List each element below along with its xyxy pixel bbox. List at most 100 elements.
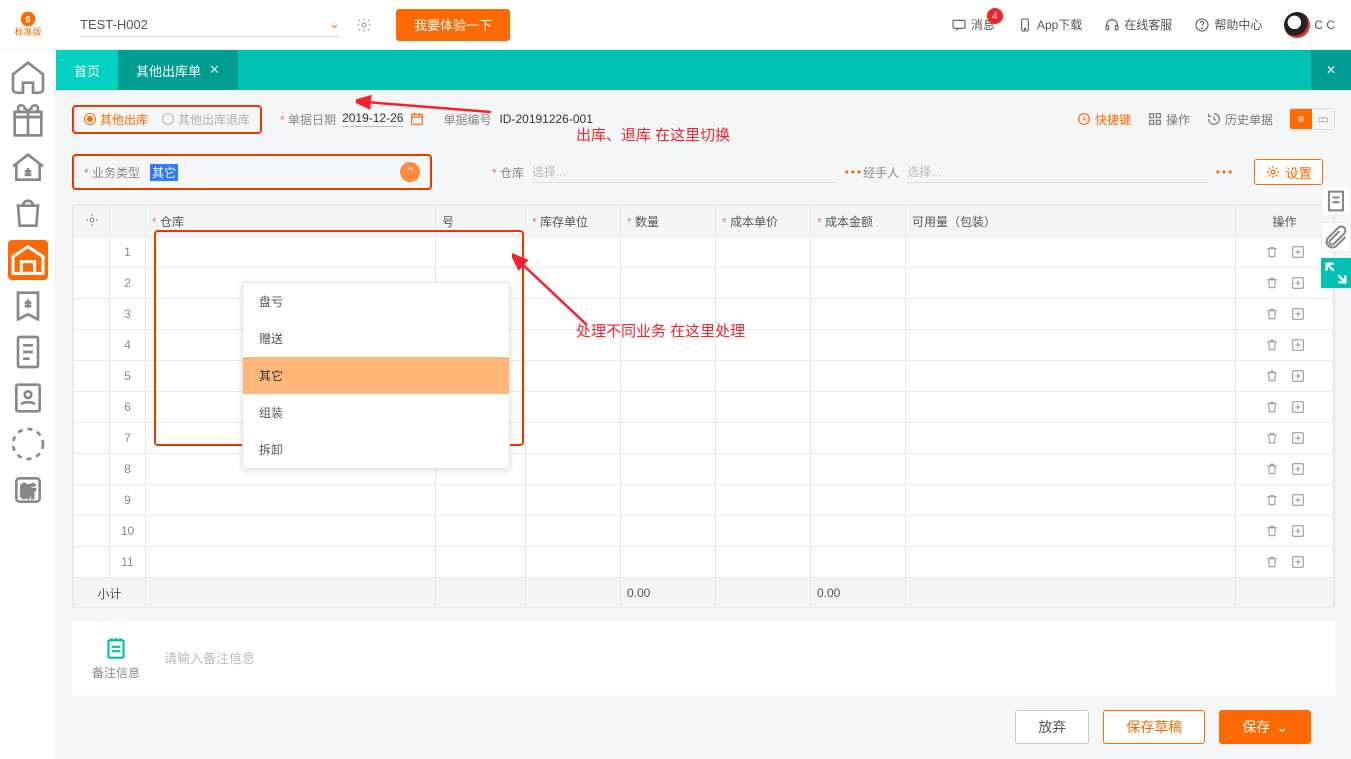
delete-icon[interactable] xyxy=(1264,399,1280,415)
user-name: C C xyxy=(1314,18,1335,32)
history-link[interactable]: 历史单据 xyxy=(1206,111,1273,128)
handler-label: 经手人 xyxy=(863,164,899,181)
col-gear[interactable] xyxy=(74,206,110,237)
tab-active-label: 其他出库单 xyxy=(136,61,201,80)
delete-icon[interactable] xyxy=(1264,492,1280,508)
avatar-icon xyxy=(1284,12,1310,38)
note-icon xyxy=(103,636,129,662)
table-row[interactable]: 1 xyxy=(74,237,1334,268)
add-icon[interactable] xyxy=(1290,244,1306,260)
delete-icon[interactable] xyxy=(1264,461,1280,477)
dropdown-item-assemble[interactable]: 组装 xyxy=(243,394,509,431)
tab-home[interactable]: 首页 xyxy=(56,50,118,90)
nav-home[interactable] xyxy=(8,56,48,96)
nav-new[interactable]: 新 xyxy=(8,470,48,510)
add-icon[interactable] xyxy=(1290,461,1306,477)
view-toggle: ≡ ▭ xyxy=(1289,108,1335,130)
nav-money[interactable] xyxy=(8,286,48,326)
chevron-down-icon: ⌄ xyxy=(1276,719,1288,736)
doc-id-value: ID-20191226-001 xyxy=(499,112,592,126)
nav-staff[interactable] xyxy=(8,378,48,418)
add-icon[interactable] xyxy=(1290,492,1306,508)
save-button[interactable]: 保存⌄ xyxy=(1219,710,1311,744)
table-row[interactable]: 9 xyxy=(74,485,1334,516)
view-list-button[interactable]: ≡ xyxy=(1290,109,1312,129)
app-download-label: App下载 xyxy=(1037,16,1082,33)
dropdown-item-gift[interactable]: 赠送 xyxy=(243,320,509,357)
add-icon[interactable] xyxy=(1290,275,1306,291)
svg-text:新: 新 xyxy=(20,484,35,501)
help-center-label: 帮助中心 xyxy=(1214,16,1262,33)
delete-icon[interactable] xyxy=(1264,306,1280,322)
tab-home-label: 首页 xyxy=(74,61,100,80)
add-icon[interactable] xyxy=(1290,306,1306,322)
delete-icon[interactable] xyxy=(1264,430,1280,446)
radio-return-label: 其他出库退库 xyxy=(178,111,250,128)
trial-button[interactable]: 我要体验一下 xyxy=(396,9,510,41)
hotkey-link[interactable]: 快捷键 xyxy=(1076,111,1131,128)
nav-report[interactable] xyxy=(8,332,48,372)
delete-icon[interactable] xyxy=(1264,368,1280,384)
add-icon[interactable] xyxy=(1290,399,1306,415)
business-type-select[interactable]: 业务类型 其它 ⌃ xyxy=(72,154,432,190)
rail-attach-button[interactable] xyxy=(1321,222,1351,252)
handler-select[interactable]: 选择... xyxy=(907,161,1208,183)
tenant-select[interactable]: TEST-H002 ⌄ xyxy=(80,12,340,37)
nav-finance[interactable] xyxy=(8,148,48,188)
rail-note-button[interactable] xyxy=(1321,186,1351,216)
right-rail xyxy=(1321,186,1351,288)
add-icon[interactable] xyxy=(1290,554,1306,570)
table-row[interactable]: 10 xyxy=(74,516,1334,547)
radio-dot-icon xyxy=(84,113,96,125)
col-operation: 操作 xyxy=(1236,206,1334,237)
delete-icon[interactable] xyxy=(1264,554,1280,570)
nav-purchase[interactable] xyxy=(8,194,48,234)
delete-icon[interactable] xyxy=(1264,244,1280,260)
more-icon[interactable]: ••• xyxy=(845,165,864,179)
nav-gift[interactable] xyxy=(8,102,48,142)
nav-more[interactable] xyxy=(8,424,48,464)
chevron-down-icon: ⌄ xyxy=(329,16,340,32)
more-icon[interactable]: ••• xyxy=(1216,165,1235,179)
radio-outbound[interactable]: 其他出库 xyxy=(84,111,148,128)
business-type-value: 其它 xyxy=(150,164,178,181)
cancel-button[interactable]: 放弃 xyxy=(1015,710,1089,744)
calendar-icon[interactable] xyxy=(409,111,425,127)
customer-service-link[interactable]: 在线客服 xyxy=(1104,16,1172,33)
close-icon[interactable]: ✕ xyxy=(209,62,220,78)
add-icon[interactable] xyxy=(1290,368,1306,384)
messages-link[interactable]: 消息 4 xyxy=(951,16,995,33)
chat-icon xyxy=(951,17,967,33)
rail-expand-button[interactable] xyxy=(1321,258,1351,288)
logo[interactable]: 6 标准版 xyxy=(0,0,56,50)
operation-link[interactable]: 操作 xyxy=(1147,111,1190,128)
settings-button[interactable]: 设置 xyxy=(1254,159,1323,185)
doc-date-value[interactable]: 2019-12-26 xyxy=(342,111,403,127)
subtotal-label: 小计 xyxy=(74,578,146,609)
dropdown-item-loss[interactable]: 盘亏 xyxy=(243,283,509,320)
help-center-link[interactable]: 帮助中心 xyxy=(1194,16,1262,33)
radio-return[interactable]: 其他出库退库 xyxy=(162,111,250,128)
remark-input[interactable] xyxy=(164,651,1315,666)
delete-icon[interactable] xyxy=(1264,275,1280,291)
dropdown-item-other[interactable]: 其它 xyxy=(243,357,509,394)
nav-inventory[interactable] xyxy=(8,240,48,280)
tenant-name: TEST-H002 xyxy=(80,17,148,32)
table-row[interactable]: 11 xyxy=(74,547,1334,578)
keyboard-icon xyxy=(1076,111,1092,127)
save-draft-button[interactable]: 保存草稿 xyxy=(1103,710,1205,744)
user-menu[interactable]: C C xyxy=(1284,12,1335,38)
delete-icon[interactable] xyxy=(1264,523,1280,539)
tabbar-close-button[interactable]: ✕ xyxy=(1311,50,1351,90)
tab-other-outbound[interactable]: 其他出库单 ✕ xyxy=(118,50,238,90)
view-grid-button[interactable]: ▭ xyxy=(1312,109,1334,129)
gear-icon[interactable] xyxy=(356,17,372,33)
add-icon[interactable] xyxy=(1290,523,1306,539)
add-icon[interactable] xyxy=(1290,337,1306,353)
warehouse-select[interactable]: 选择... xyxy=(532,161,837,183)
add-icon[interactable] xyxy=(1290,430,1306,446)
delete-icon[interactable] xyxy=(1264,337,1280,353)
doc-date-label: 单据日期 xyxy=(280,111,336,128)
dropdown-item-disassemble[interactable]: 拆卸 xyxy=(243,431,509,468)
app-download-link[interactable]: App下载 xyxy=(1017,16,1082,33)
